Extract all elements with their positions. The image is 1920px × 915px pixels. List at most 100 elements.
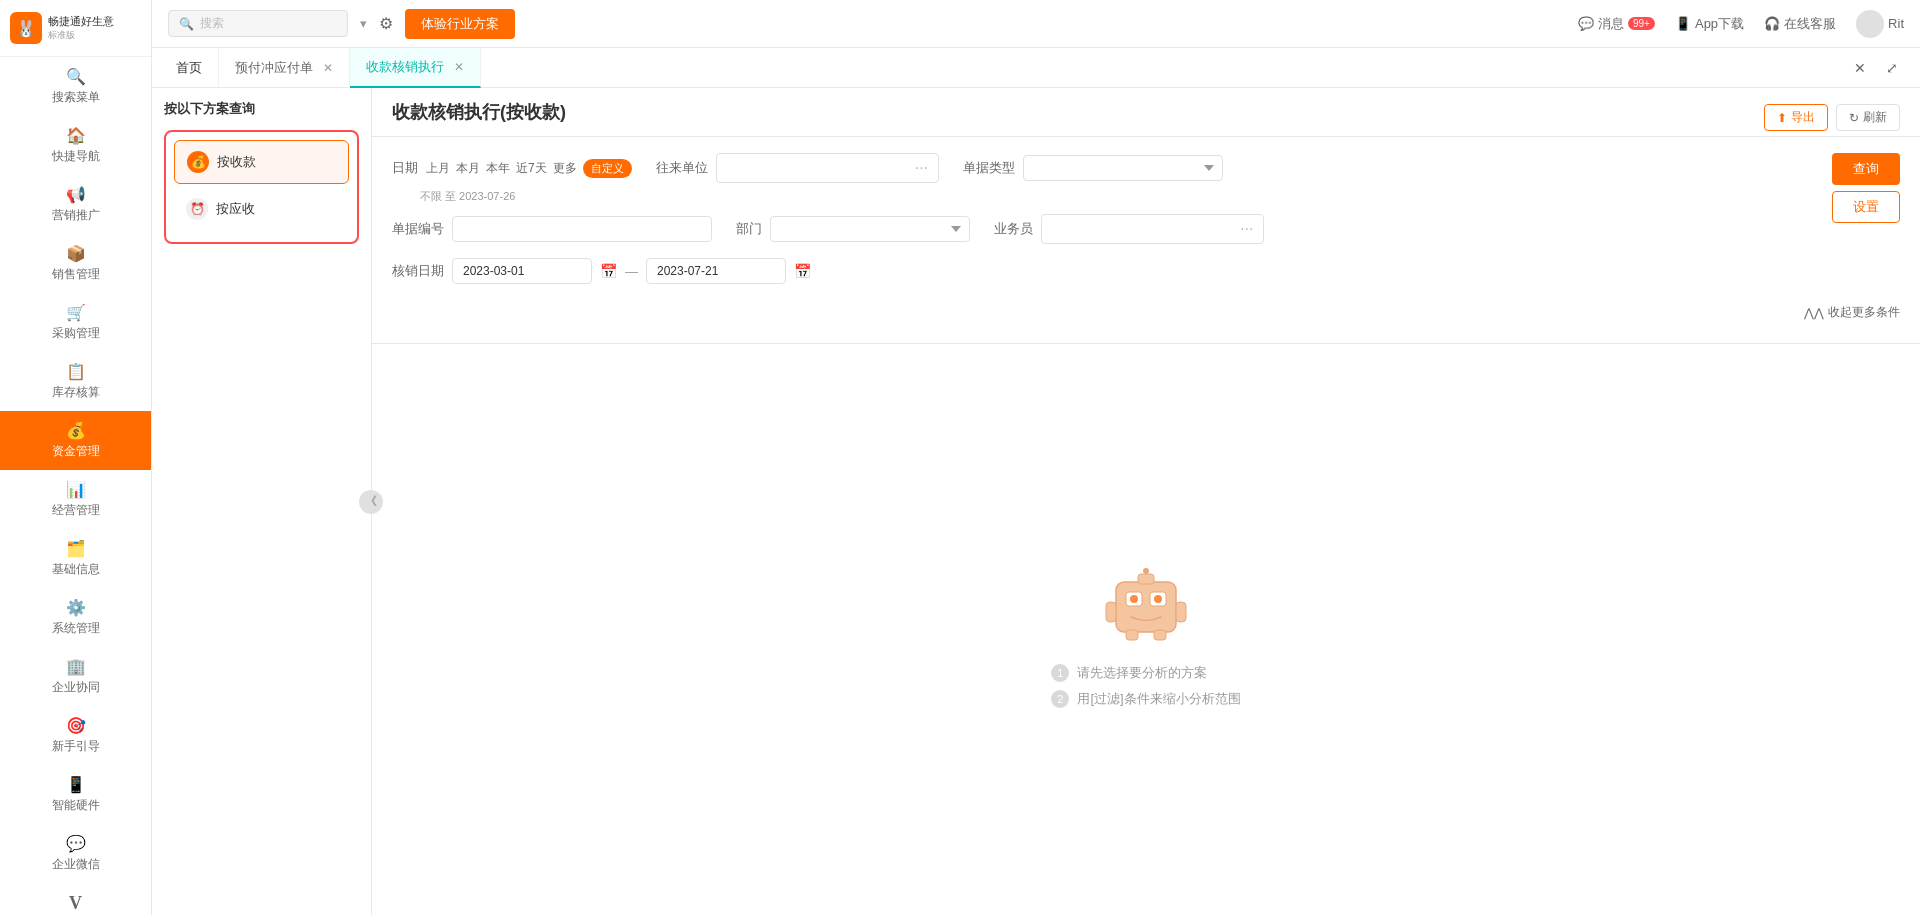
filter-option-by-receivable[interactable]: ⏰ 按应收 (174, 188, 349, 230)
tip-text-2: 用[过滤]条件来缩小分析范围 (1077, 690, 1240, 708)
svg-rect-8 (1176, 602, 1186, 622)
industry-solution-button[interactable]: 体验行业方案 (405, 9, 515, 39)
main-panel: 收款核销执行(按收款) ⬆ 导出 ↻ 刷新 (372, 88, 1920, 915)
collapse-more-button[interactable]: ⋀⋀ 收起更多条件 (392, 298, 1900, 327)
dept-label: 部门 (736, 220, 762, 238)
tab-prepay[interactable]: 预付冲应付单 ✕ (219, 48, 350, 88)
partner-text-input[interactable] (727, 161, 907, 175)
app-download-button[interactable]: 📱 App下载 (1675, 15, 1744, 33)
sidebar-item-basic[interactable]: 🗂️ 基础信息 (0, 529, 151, 588)
tab-home[interactable]: 首页 (160, 48, 219, 88)
sidebar-item-guide[interactable]: 🎯 新手引导 (0, 706, 151, 765)
doc-type-group: 单据类型 (963, 155, 1223, 181)
sidebar-item-label: 新手引导 (52, 738, 100, 755)
sidebar-item-hardware[interactable]: 📱 智能硬件 (0, 765, 151, 824)
shortcut-more[interactable]: 更多 (553, 160, 577, 177)
prepay-tab-label: 预付冲应付单 (235, 59, 313, 77)
staff-text-input[interactable] (1052, 222, 1232, 236)
shortcut-custom-badge[interactable]: 自定义 (583, 159, 632, 178)
tab-receive[interactable]: 收款核销执行 ✕ (350, 48, 481, 88)
svg-point-4 (1154, 595, 1162, 603)
app-label: App下载 (1695, 15, 1744, 33)
user-avatar-area[interactable]: Rit (1856, 10, 1904, 38)
filter-panel: 按以下方案查询 💰 按收款 ⏰ 按应收 《 (152, 88, 372, 915)
tip-text-1: 请先选择要分析的方案 (1077, 664, 1207, 682)
sidebar-item-label: 系统管理 (52, 620, 100, 637)
filter-option-by-receipt[interactable]: 💰 按收款 (174, 140, 349, 184)
sidebar-item-marketing[interactable]: 📢 营销推广 (0, 175, 151, 234)
svg-rect-10 (1154, 630, 1166, 640)
sidebar-item-label: 智能硬件 (52, 797, 100, 814)
panel-collapse-button[interactable]: 《 (359, 490, 383, 514)
setting-button[interactable]: 设置 (1832, 191, 1900, 223)
tabbar-controls: ✕ ⤢ (1848, 56, 1912, 80)
partner-input[interactable]: ··· (716, 153, 939, 183)
sidebar-item-system[interactable]: ⚙️ 系统管理 (0, 588, 151, 647)
calendar-start-icon[interactable]: 📅 (600, 263, 617, 279)
tip-num-1: 1 (1051, 664, 1069, 682)
sidebar-item-purchase[interactable]: 🛒 采购管理 (0, 293, 151, 352)
online-service-button[interactable]: 🎧 在线客服 (1764, 15, 1836, 33)
dropdown-arrow-icon[interactable]: ▾ (360, 16, 367, 31)
shortcut-this-year[interactable]: 本年 (486, 160, 510, 177)
doc-no-label: 单据编号 (392, 220, 444, 238)
topbar-search-box[interactable]: 🔍 搜索 (168, 10, 348, 37)
sidebar-item-label: 资金管理 (52, 443, 100, 460)
shortcut-this-month[interactable]: 本月 (456, 160, 480, 177)
close-window-icon[interactable]: ✕ (1848, 56, 1872, 80)
doc-type-label: 单据类型 (963, 159, 1015, 177)
message-badge: 99+ (1628, 17, 1655, 30)
message-label: 消息 (1598, 15, 1624, 33)
calendar-end-icon[interactable]: 📅 (794, 263, 811, 279)
vip-icon: V (69, 893, 82, 914)
date-group: 日期 上月 本月 本年 近7天 更多 自定义 (392, 159, 632, 178)
query-button[interactable]: 查询 (1832, 153, 1900, 185)
sidebar-item-member[interactable]: V 畅会员 (0, 883, 151, 915)
date-separator: — (625, 264, 638, 279)
staff-more-icon[interactable]: ··· (1240, 220, 1253, 238)
settings-gear-icon[interactable]: ⚙ (379, 14, 393, 33)
user-name: Rit (1888, 16, 1904, 31)
shortcut-7days[interactable]: 近7天 (516, 160, 547, 177)
sidebar-item-label: 采购管理 (52, 325, 100, 342)
building-icon: 🏢 (66, 657, 86, 676)
search-form: 日期 上月 本月 本年 近7天 更多 自定义 (372, 137, 1920, 344)
chevron-up-icon: ⋀⋀ (1804, 306, 1824, 320)
app-badge: 标准版 (48, 29, 114, 42)
staff-input[interactable]: ··· (1041, 214, 1264, 244)
close-tab-receive-icon[interactable]: ✕ (454, 60, 464, 74)
megaphone-icon: 📢 (66, 185, 86, 204)
doc-no-input[interactable] (452, 216, 712, 242)
verify-date-start-input[interactable] (452, 258, 592, 284)
sidebar-item-label: 营销推广 (52, 207, 100, 224)
device-icon: 📱 (66, 775, 86, 794)
clipboard-icon: 📋 (66, 362, 86, 381)
sidebar-item-label: 库存核算 (52, 384, 100, 401)
sidebar-item-enterprise[interactable]: 🏢 企业协同 (0, 647, 151, 706)
sidebar-item-search[interactable]: 🔍 搜索菜单 (0, 57, 151, 116)
sidebar-item-inventory[interactable]: 📋 库存核算 (0, 352, 151, 411)
refresh-button[interactable]: ↻ 刷新 (1836, 104, 1900, 131)
sidebar-item-operation[interactable]: 📊 经营管理 (0, 470, 151, 529)
close-tab-prepay-icon[interactable]: ✕ (323, 61, 333, 75)
empty-tip-1: 1 请先选择要分析的方案 (1051, 664, 1240, 682)
sidebar-item-label: 快捷导航 (52, 148, 100, 165)
verify-date-end-input[interactable] (646, 258, 786, 284)
doc-type-select[interactable] (1023, 155, 1223, 181)
export-button[interactable]: ⬆ 导出 (1764, 104, 1828, 131)
filter-panel-title: 按以下方案查询 (164, 100, 359, 118)
app-icon: 📱 (1675, 16, 1691, 31)
maximize-window-icon[interactable]: ⤢ (1880, 56, 1904, 80)
partner-more-icon[interactable]: ··· (915, 159, 928, 177)
svg-point-6 (1143, 568, 1149, 574)
sidebar-item-finance[interactable]: 💰 资金管理 (0, 411, 151, 470)
sidebar-item-label: 搜索菜单 (52, 89, 100, 106)
sidebar-item-quicknav[interactable]: 🏠 快捷导航 (0, 116, 151, 175)
message-button[interactable]: 💬 消息 99+ (1578, 15, 1655, 33)
shortcut-last-month[interactable]: 上月 (426, 160, 450, 177)
app-logo-icon: 🐰 (10, 12, 42, 44)
sidebar-item-sales[interactable]: 📦 销售管理 (0, 234, 151, 293)
sidebar-item-wechat[interactable]: 💬 企业微信 (0, 824, 151, 883)
page-header: 收款核销执行(按收款) ⬆ 导出 ↻ 刷新 (372, 88, 1920, 137)
dept-select[interactable] (770, 216, 970, 242)
